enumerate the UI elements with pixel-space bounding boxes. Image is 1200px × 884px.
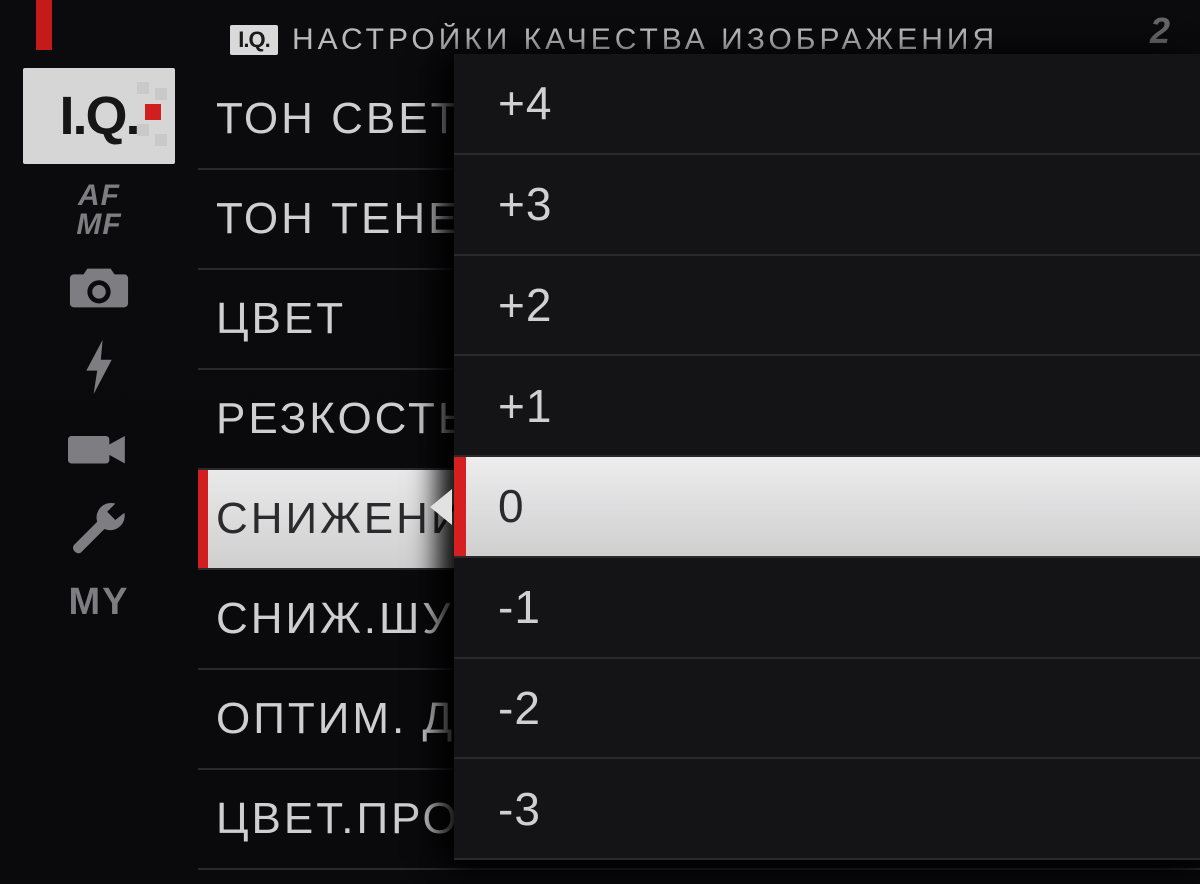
list-item-label: ЦВЕТ (216, 294, 346, 344)
value-list: +4 +3 +2 +1 0 -1 -2 -3 (454, 54, 1200, 860)
iq-tab-label: I.Q. (59, 85, 138, 147)
value-option[interactable]: -1 (454, 558, 1200, 659)
af-label: AF (76, 182, 121, 211)
value-option[interactable]: +4 (454, 54, 1200, 155)
my-tab-label: MY (69, 581, 130, 624)
sidebar-tab-movie[interactable] (31, 419, 167, 482)
value-option[interactable]: +3 (454, 155, 1200, 256)
value-option-label: -2 (498, 681, 541, 735)
value-option-label: +1 (498, 379, 552, 433)
value-option-label: +4 (498, 76, 552, 130)
value-option-label: +3 (498, 177, 552, 231)
sidebar-tab-my[interactable]: MY (31, 581, 167, 624)
camera-menu-screen: I.Q. НАСТРОЙКИ КАЧЕСТВА ИЗОБРАЖЕНИЯ 2 I.… (0, 0, 1200, 884)
value-option[interactable]: +2 (454, 256, 1200, 357)
value-option-label: +2 (498, 278, 552, 332)
movie-icon (68, 419, 130, 482)
value-option[interactable]: +1 (454, 356, 1200, 457)
sidebar-tab-shooting[interactable] (31, 257, 167, 320)
camera-icon (68, 257, 130, 320)
sidebar-tab-setup[interactable] (31, 500, 167, 563)
list-item-label: РЕЗКОСТЬ (216, 394, 470, 444)
sidebar-tab-flash[interactable] (31, 338, 167, 401)
flash-icon (68, 338, 130, 401)
value-option[interactable]: -3 (454, 759, 1200, 860)
iq-tab-dots-icon (135, 82, 165, 150)
page-indicator: 2 (1150, 10, 1170, 52)
sidebar: I.Q. AF MF (24, 68, 174, 624)
sidebar-tab-af-mf[interactable]: AF MF (31, 182, 167, 239)
wrench-icon (68, 500, 130, 563)
mf-label: MF (76, 211, 121, 240)
menu-title: НАСТРОЙКИ КАЧЕСТВА ИЗОБРАЖЕНИЯ (292, 23, 998, 57)
sidebar-tab-iq[interactable]: I.Q. (23, 68, 175, 164)
left-arrow-icon[interactable] (430, 489, 452, 525)
value-option-label: -3 (498, 782, 541, 836)
value-option-selected[interactable]: 0 (454, 457, 1200, 558)
value-option-label: -1 (498, 580, 541, 634)
iq-badge-icon: I.Q. (230, 25, 278, 55)
value-option[interactable]: -2 (454, 659, 1200, 760)
value-option-label: 0 (498, 479, 525, 533)
accent-strip (36, 0, 52, 50)
value-popup: +4 +3 +2 +1 0 -1 -2 -3 (454, 54, 1200, 860)
